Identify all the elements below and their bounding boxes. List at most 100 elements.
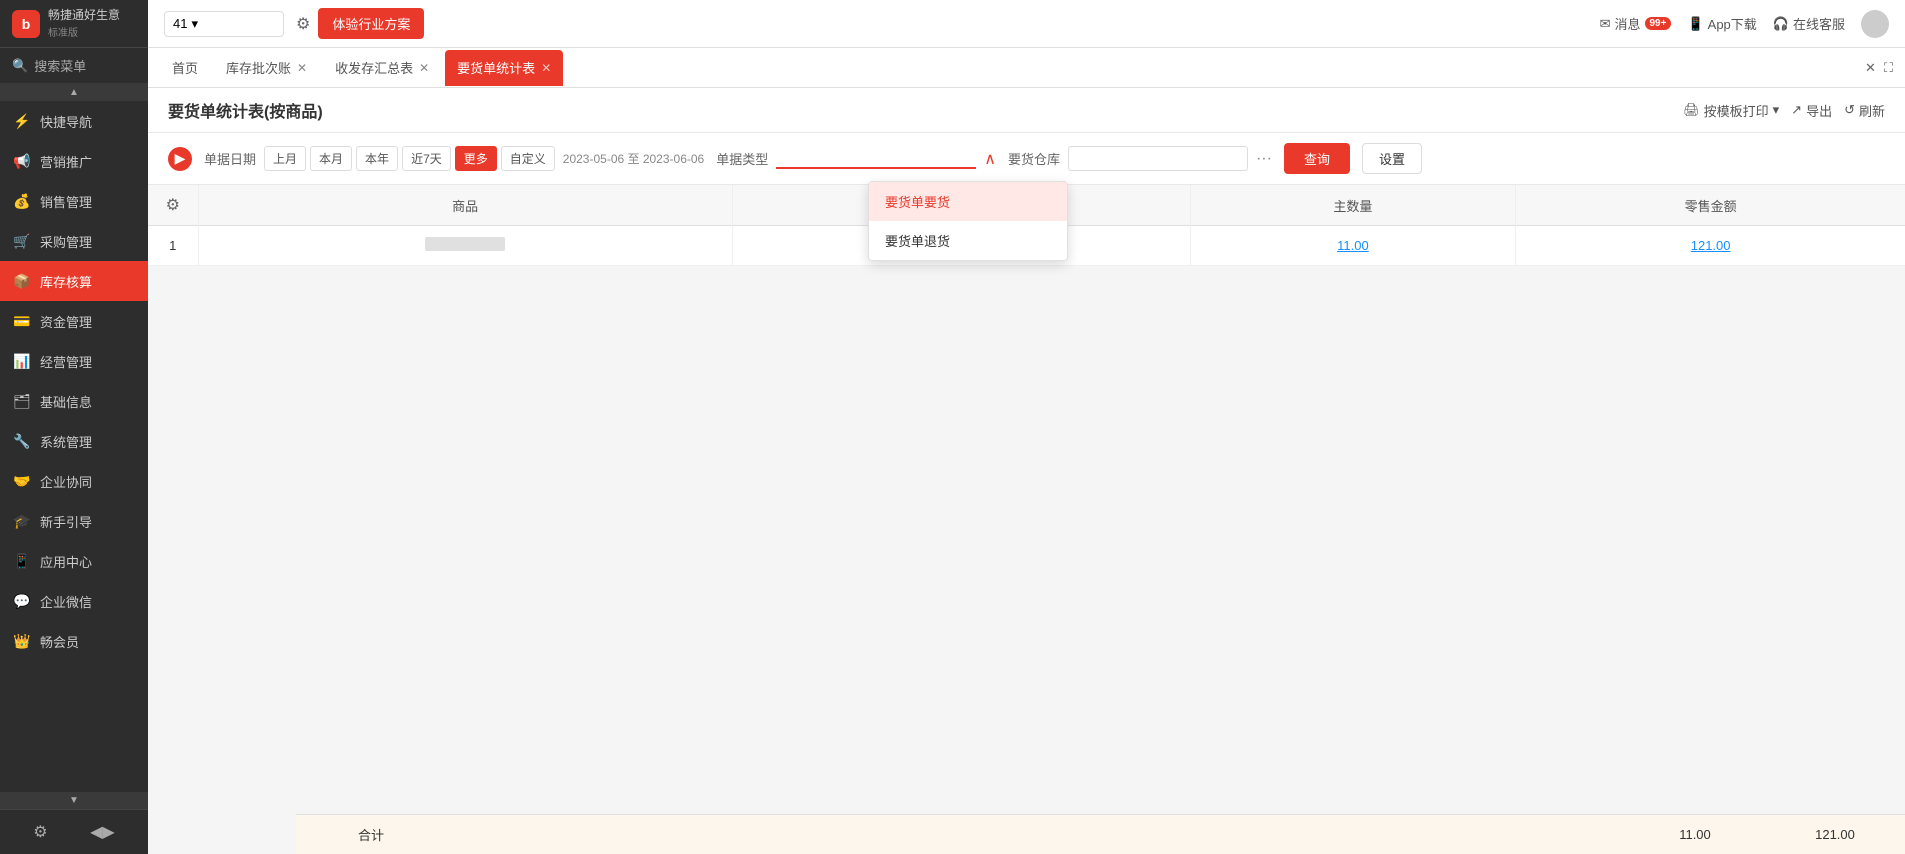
quick-nav-icon: ⚡: [12, 111, 32, 131]
cell-amount[interactable]: 121.00: [1516, 226, 1905, 266]
quantity-link[interactable]: 11.00: [1337, 238, 1369, 253]
store-number: 41: [173, 16, 187, 31]
date-range-display: 2023-05-06 至 2023-06-06: [563, 150, 704, 167]
system-icon: 🔧: [12, 431, 32, 451]
export-icon: ↗: [1791, 102, 1802, 118]
page-actions: 🖨 按模板打印 ▾ ↗ 导出 ↺ 刷新: [1683, 101, 1885, 120]
scroll-down-arrow[interactable]: ▼: [0, 792, 148, 809]
tab-home[interactable]: 首页: [160, 50, 210, 86]
sidebar-search[interactable]: 🔍 搜索菜单: [0, 48, 148, 84]
tab-order-stat-close[interactable]: ✕: [541, 61, 551, 75]
tab-batch[interactable]: 库存批次账 ✕: [214, 50, 319, 86]
sidebar-label-member: 畅会员: [40, 632, 79, 651]
type-dropdown-arrow[interactable]: ∧: [984, 149, 996, 169]
sidebar-item-member[interactable]: 👑 畅会员: [0, 621, 148, 661]
print-button[interactable]: 🖨 按模板打印 ▾: [1683, 101, 1779, 120]
footer-quantity: 11.00: [1679, 827, 1711, 842]
warehouse-filter-input[interactable]: [1068, 146, 1248, 171]
sidebar-item-quick-nav[interactable]: ⚡ 快捷导航: [0, 101, 148, 141]
sidebar-label-enterprise: 企业协同: [40, 472, 92, 491]
online-service-label: 在线客服: [1793, 14, 1845, 33]
sidebar-item-purchase[interactable]: 🛒 采购管理: [0, 221, 148, 261]
print-icon: 🖨: [1683, 102, 1700, 118]
sidebar-item-operations[interactable]: 📊 经营管理: [0, 341, 148, 381]
query-button[interactable]: 查询: [1284, 143, 1350, 174]
sidebar-label-wechat: 企业微信: [40, 592, 92, 611]
export-button[interactable]: ↗ 导出: [1791, 101, 1832, 120]
tab-collect[interactable]: 收发存汇总表 ✕: [323, 50, 441, 86]
guide-icon: 🎓: [12, 511, 32, 531]
sidebar-bottom: ⚙ ◀▶: [0, 809, 148, 854]
sidebar-label-purchase: 采购管理: [40, 232, 92, 251]
cell-product: [198, 226, 732, 266]
sidebar-item-guide[interactable]: 🎓 新手引导: [0, 501, 148, 541]
messages-badge: 99+: [1645, 17, 1672, 30]
sidebar-label-basic: 基础信息: [40, 392, 92, 411]
sidebar: b 畅捷通好生意 标准版 🔍 搜索菜单 ▲ ⚡ 快捷导航 📢 营销推广 💰 销售…: [0, 0, 148, 854]
filter-expand-button[interactable]: ▶: [168, 147, 192, 171]
sidebar-item-basic[interactable]: 🗂 基础信息: [0, 381, 148, 421]
search-icon: 🔍: [12, 58, 28, 74]
sidebar-collapse-icon[interactable]: ◀▶: [90, 822, 115, 842]
date-filter-label: 单据日期: [204, 149, 256, 168]
topbar-settings-icon[interactable]: ⚙: [296, 14, 310, 34]
warehouse-more-icon[interactable]: ···: [1256, 150, 1272, 168]
finance-icon: 💳: [12, 311, 32, 331]
chevron-down-icon: ▾: [191, 16, 198, 32]
tab-fullscreen-icon[interactable]: ⛶: [1884, 60, 1893, 76]
col-product: 商品: [198, 185, 732, 226]
warehouse-filter-label: 要货仓库: [1008, 149, 1060, 168]
app-download-button[interactable]: 📱 App下载: [1687, 14, 1756, 33]
amount-link[interactable]: 121.00: [1691, 238, 1731, 253]
sidebar-settings-icon[interactable]: ⚙: [33, 822, 47, 842]
sidebar-nav: ⚡ 快捷导航 📢 营销推广 💰 销售管理 🛒 采购管理 📦 库存核算 💳 资金管…: [0, 101, 148, 792]
refresh-button[interactable]: ↺ 刷新: [1844, 101, 1885, 120]
sidebar-item-marketing[interactable]: 📢 营销推广: [0, 141, 148, 181]
date-btn-last-month[interactable]: 上月: [264, 146, 306, 171]
sidebar-label-inventory: 库存核算: [40, 272, 92, 291]
tabs-bar: 首页 库存批次账 ✕ 收发存汇总表 ✕ 要货单统计表 ✕ ✕ ⛶: [148, 48, 1905, 88]
sidebar-item-finance[interactable]: 💳 资金管理: [0, 301, 148, 341]
sidebar-item-sales[interactable]: 💰 销售管理: [0, 181, 148, 221]
date-btn-more[interactable]: 更多: [455, 146, 497, 171]
sidebar-item-inventory[interactable]: 📦 库存核算: [0, 261, 148, 301]
date-btn-this-month[interactable]: 本月: [310, 146, 352, 171]
marketing-icon: 📢: [12, 151, 32, 171]
date-btn-this-year[interactable]: 本年: [356, 146, 398, 171]
trial-button[interactable]: 体验行业方案: [318, 8, 424, 39]
store-selector[interactable]: 41 ▾: [164, 11, 284, 37]
app-name: 畅捷通好生意: [48, 8, 120, 24]
set-button[interactable]: 设置: [1362, 143, 1422, 174]
type-filter-group: 单据类型 ∧: [716, 148, 996, 169]
sidebar-item-system[interactable]: 🔧 系统管理: [0, 421, 148, 461]
dropdown-item-order-return[interactable]: 要货单退货: [869, 221, 1067, 260]
dropdown-item-order-goods[interactable]: 要货单要货: [869, 182, 1067, 221]
scroll-up-arrow[interactable]: ▲: [0, 84, 148, 101]
tab-close-all-icon[interactable]: ✕: [1865, 60, 1876, 76]
sidebar-item-app-center[interactable]: 📱 应用中心: [0, 541, 148, 581]
date-filter-group: 单据日期 上月 本月 本年 近7天 更多 自定义 2023-05-06 至 20…: [204, 146, 704, 171]
online-service-button[interactable]: 🎧 在线客服: [1773, 14, 1845, 33]
sidebar-label-app-center: 应用中心: [40, 552, 92, 571]
user-avatar[interactable]: [1861, 10, 1889, 38]
col-settings[interactable]: ⚙: [148, 185, 198, 226]
tab-collect-close[interactable]: ✕: [419, 61, 429, 75]
sidebar-item-wechat[interactable]: 💬 企业微信: [0, 581, 148, 621]
date-btn-custom[interactable]: 自定义: [501, 146, 555, 171]
app-center-icon: 📱: [12, 551, 32, 571]
sidebar-label-system: 系统管理: [40, 432, 92, 451]
tab-order-stat-label: 要货单统计表: [457, 58, 535, 77]
table-settings-icon[interactable]: ⚙: [166, 197, 180, 214]
messages-icon: ✉: [1600, 16, 1611, 32]
messages-button[interactable]: ✉ 消息 99+: [1600, 14, 1672, 33]
tab-batch-close[interactable]: ✕: [297, 61, 307, 75]
main-area: 41 ▾ ⚙ 体验行业方案 ✉ 消息 99+ 📱 App下载 🎧 在线客服: [148, 0, 1905, 854]
type-filter-input[interactable]: [776, 148, 976, 169]
cell-quantity[interactable]: 11.00: [1190, 226, 1516, 266]
content-area: 要货单统计表(按商品) 🖨 按模板打印 ▾ ↗ 导出 ↺ 刷新 ▶: [148, 88, 1905, 854]
tab-order-stat[interactable]: 要货单统计表 ✕: [445, 50, 563, 86]
sidebar-item-enterprise[interactable]: 🤝 企业协同: [0, 461, 148, 501]
date-btn-7days[interactable]: 近7天: [402, 146, 451, 171]
wechat-icon: 💬: [12, 591, 32, 611]
topbar-right: ✉ 消息 99+ 📱 App下载 🎧 在线客服: [1600, 10, 1889, 38]
